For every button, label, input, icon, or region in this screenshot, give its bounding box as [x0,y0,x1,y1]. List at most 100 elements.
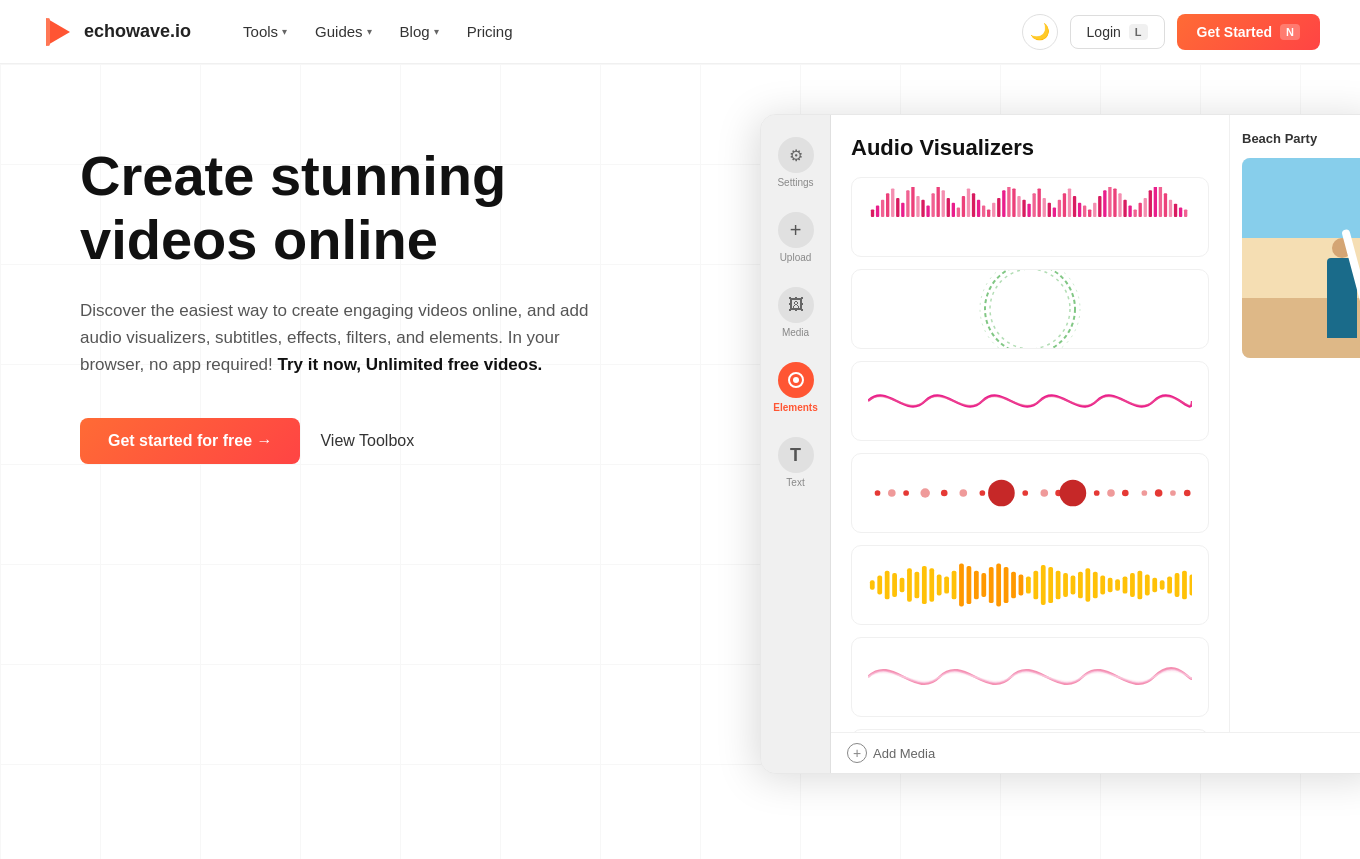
svg-rect-42 [1063,193,1066,217]
sidebar-item-media[interactable]: 🖼 Media [766,277,826,348]
svg-point-83 [1107,489,1115,497]
get-started-shortcut: N [1280,24,1300,40]
sidebar-item-elements[interactable]: Elements [766,352,826,423]
login-shortcut: L [1129,24,1148,40]
dark-mode-button[interactable]: 🌙 [1022,14,1058,50]
sidebar-label-settings: Settings [777,177,813,188]
svg-rect-109 [1019,575,1024,596]
beach-figure [1327,258,1357,338]
svg-rect-95 [915,572,920,599]
svg-rect-5 [876,206,879,217]
view-toolbox-link[interactable]: View Toolbox [320,432,414,450]
svg-rect-93 [900,578,905,592]
svg-rect-7 [886,193,889,217]
hero-title: Create stunning videos online [80,144,620,273]
sidebar-label-media: Media [782,327,809,338]
svg-rect-24 [972,193,975,217]
cta-button[interactable]: Get started for free → [80,418,300,464]
nav-item-blog[interactable]: Blog ▾ [388,15,451,48]
svg-rect-56 [1133,209,1136,217]
svg-rect-47 [1088,209,1091,217]
nav-item-guides[interactable]: Guides ▾ [303,15,384,48]
svg-rect-54 [1123,200,1126,217]
svg-rect-40 [1053,207,1056,217]
svg-rect-116 [1071,575,1076,594]
svg-rect-43 [1068,188,1071,217]
sidebar-item-text[interactable]: T Text [766,427,826,498]
login-button[interactable]: Login L [1070,15,1165,49]
svg-rect-125 [1137,571,1142,600]
svg-rect-58 [1144,198,1147,217]
svg-rect-92 [892,573,897,597]
svg-rect-117 [1078,572,1083,599]
wave2-visualizer-svg [868,642,1192,712]
sidebar-item-upload[interactable]: + Upload [766,202,826,273]
add-media-icon: + [847,743,867,763]
svg-rect-98 [937,575,942,596]
visualizer-card-wave2[interactable] [851,637,1209,717]
bars-visualizer-svg [868,187,1192,247]
visualizer-card-bars[interactable] [851,177,1209,257]
svg-rect-130 [1175,573,1180,597]
blog-chevron-icon: ▾ [434,26,439,37]
add-media-bar[interactable]: + Add Media [831,732,1360,773]
logo[interactable]: echowave.io [40,14,191,50]
svg-rect-30 [1002,190,1005,217]
sidebar-label-text: Text [786,477,804,488]
media-icon: 🖼 [778,287,814,323]
svg-rect-127 [1152,578,1157,592]
sidebar-label-elements: Elements [773,402,817,413]
svg-rect-48 [1093,203,1096,217]
svg-rect-25 [977,200,980,217]
svg-point-75 [959,489,967,497]
demo-visualizers: Audio Visualizers [831,115,1229,773]
svg-rect-122 [1115,579,1120,590]
svg-point-77 [988,480,1015,507]
svg-rect-39 [1048,203,1051,217]
svg-rect-17 [937,187,940,217]
svg-rect-62 [1164,193,1167,217]
svg-rect-27 [987,209,990,217]
svg-rect-19 [947,198,950,217]
svg-rect-99 [944,576,949,593]
svg-rect-101 [959,564,964,607]
visualizer-card-waveform[interactable] [851,545,1209,625]
svg-rect-64 [1174,204,1177,217]
svg-rect-107 [1004,567,1009,603]
svg-rect-23 [967,188,970,217]
sidebar-item-settings[interactable]: ⚙ Settings [766,127,826,198]
nav-item-pricing[interactable]: Pricing [455,15,525,48]
svg-rect-8 [891,188,894,217]
visualizer-card-circle[interactable] [851,269,1209,349]
svg-rect-108 [1011,572,1016,599]
circle-visualizer-svg [930,269,1130,349]
get-started-button[interactable]: Get Started N [1177,14,1320,50]
svg-rect-106 [996,564,1001,607]
svg-rect-118 [1085,568,1090,601]
svg-rect-12 [911,187,914,217]
svg-rect-38 [1043,198,1046,217]
svg-rect-26 [982,206,985,217]
svg-rect-114 [1056,571,1061,600]
svg-point-70 [875,490,881,496]
nav-right: 🌙 Login L Get Started N [1022,14,1320,50]
svg-point-86 [1155,489,1163,497]
demo-panel: ⚙ Settings + Upload 🖼 Media Elements T T… [760,114,1360,774]
svg-rect-36 [1032,193,1035,217]
svg-rect-120 [1100,575,1105,594]
svg-point-82 [1094,490,1100,496]
svg-rect-100 [952,571,957,600]
elements-icon [778,362,814,398]
logo-text: echowave.io [84,21,191,42]
visualizer-card-dots[interactable] [851,453,1209,533]
add-media-label: Add Media [873,746,935,761]
svg-rect-15 [926,206,929,217]
main-content: Create stunning videos online Discover t… [0,64,1360,859]
svg-rect-111 [1033,571,1038,600]
nav-item-tools[interactable]: Tools ▾ [231,15,299,48]
beach-preview [1242,158,1360,358]
svg-rect-57 [1139,203,1142,217]
visualizer-card-wave1[interactable] [851,361,1209,441]
guides-chevron-icon: ▾ [367,26,372,37]
svg-point-71 [888,489,896,497]
